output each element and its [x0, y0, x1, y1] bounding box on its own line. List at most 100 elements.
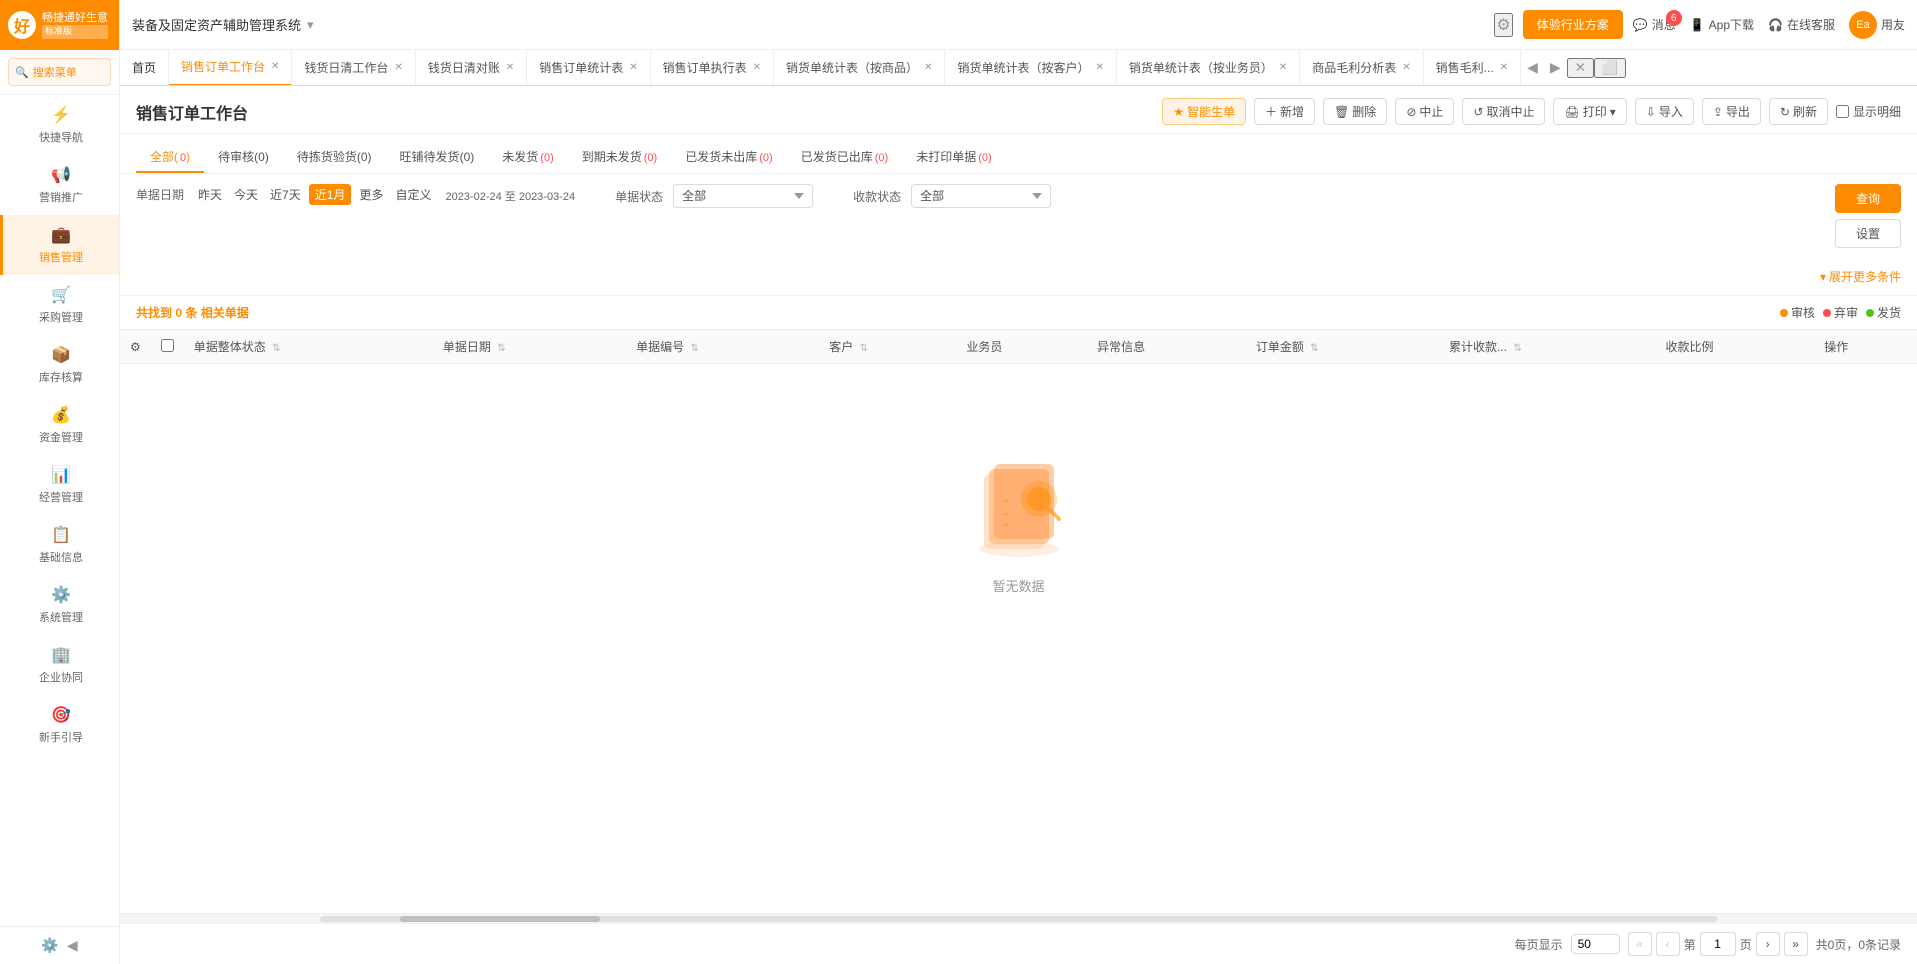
table-wrapper: ⚙ 单据整体状态 ⇅ 单据日期 — [120, 329, 1917, 913]
quick-action-ship[interactable]: 发货 — [1866, 304, 1901, 321]
sidebar-item-finance[interactable]: 💰 资金管理 — [0, 395, 119, 455]
quick-action-review[interactable]: 审核 — [1780, 304, 1815, 321]
tab-nav-prev-button[interactable]: ◀ — [1521, 50, 1544, 86]
date-opt-7days[interactable]: 近7天 — [266, 184, 305, 205]
cta-button[interactable]: 体验行业方案 — [1523, 10, 1623, 39]
scroll-thumb[interactable] — [400, 916, 600, 922]
show-detail-label[interactable]: 显示明细 — [1836, 103, 1901, 120]
sidebar-item-basic[interactable]: 📋 基础信息 — [0, 515, 119, 575]
messages-button[interactable]: 💬 消息 6 — [1633, 16, 1676, 33]
sub-tab-not-shipped[interactable]: 未发货(0) — [488, 142, 567, 173]
stop-button[interactable]: ⊘ 中止 — [1395, 98, 1454, 125]
import-button[interactable]: ⇩ 导入 — [1635, 98, 1694, 125]
tab-close-sales-workbench[interactable]: ✕ — [271, 61, 279, 72]
tab-sales-summary-product[interactable]: 销货单统计表（按商品） ✕ — [774, 50, 945, 86]
settings-icon[interactable]: ⚙ — [130, 340, 141, 354]
status-sort-icon[interactable]: ⇅ — [272, 343, 280, 354]
sidebar-item-quick-nav[interactable]: ⚡ 快捷导航 — [0, 95, 119, 155]
sub-tab-pending-review[interactable]: 待审核(0) — [204, 142, 283, 173]
number-sort-icon[interactable]: ⇅ — [690, 343, 698, 354]
tab-sales-summary-customer[interactable]: 销货单统计表（按客户） ✕ — [945, 50, 1116, 86]
horizontal-scrollbar[interactable] — [120, 913, 1917, 923]
settings-button[interactable]: 设置 — [1835, 219, 1901, 248]
tab-sales-workbench[interactable]: 销售订单工作台 ✕ — [169, 50, 292, 86]
tab-cash-daily[interactable]: 钱货日清工作台 ✕ — [292, 50, 415, 86]
print-dropdown-icon: ▾ — [1610, 105, 1616, 119]
tab-gross-margin[interactable]: 商品毛利分析表 ✕ — [1300, 50, 1423, 86]
tab-close-sales-summary-customer[interactable]: ✕ — [1095, 62, 1103, 73]
sidebar: 好 畅捷通好生意 标准版 🔍 搜索菜单 ⚡ 快捷导航 📢 营销推广 💼 销售管理… — [0, 0, 120, 964]
tab-nav-next-button[interactable]: ▶ — [1544, 50, 1567, 86]
tab-close-cash-reconcile[interactable]: ✕ — [506, 62, 514, 73]
sidebar-settings-button[interactable]: ⚙️ — [41, 937, 58, 954]
per-page-select[interactable]: 50 10 20 100 — [1571, 934, 1620, 954]
sidebar-item-inventory[interactable]: 📦 库存核算 — [0, 335, 119, 395]
maximize-button[interactable]: ⬜ — [1594, 58, 1627, 78]
date-sort-icon[interactable]: ⇅ — [497, 343, 505, 354]
tab-home[interactable]: 首页 — [120, 50, 169, 86]
sidebar-item-purchase[interactable]: 🛒 采购管理 — [0, 275, 119, 335]
sidebar-item-system[interactable]: ⚙️ 系统管理 — [0, 575, 119, 635]
tab-sales-more[interactable]: 销售毛利... ✕ — [1424, 50, 1521, 86]
sidebar-item-sales[interactable]: 💼 销售管理 — [0, 215, 119, 275]
last-page-button[interactable]: » — [1784, 932, 1808, 956]
sub-tab-wangpu-ship[interactable]: 旺铺待发货(0) — [386, 142, 489, 173]
receipt-select[interactable]: 全部 — [911, 184, 1051, 208]
sub-tab-shipped-no-out[interactable]: 已发货未出库(0) — [671, 142, 786, 173]
sub-tab-overdue-ship[interactable]: 到期未发货(0) — [568, 142, 671, 173]
date-opt-yesterday[interactable]: 昨天 — [194, 184, 226, 205]
quick-action-cancel-review[interactable]: 弃审 — [1823, 304, 1858, 321]
tab-sales-stats[interactable]: 销售订单统计表 ✕ — [527, 50, 650, 86]
select-all-checkbox[interactable] — [161, 339, 174, 352]
prev-page-button[interactable]: ‹ — [1656, 932, 1680, 956]
date-opt-1month[interactable]: 近1月 — [309, 184, 352, 205]
close-all-tabs-button[interactable]: ✕ — [1567, 58, 1594, 78]
export-button[interactable]: ⇪ 导出 — [1702, 98, 1761, 125]
amount-sort-icon[interactable]: ⇅ — [1310, 343, 1318, 354]
sidebar-collapse-button[interactable]: ◀ — [67, 937, 78, 954]
refresh-button[interactable]: ↻ 刷新 — [1769, 98, 1828, 125]
sub-tab-shipped-out[interactable]: 已发货已出库(0) — [787, 142, 902, 173]
expand-filter-button[interactable]: ▾ 展开更多条件 — [1820, 268, 1901, 285]
app-download-button[interactable]: 📱 App下载 — [1690, 16, 1754, 33]
sidebar-item-marketing[interactable]: 📢 营销推广 — [0, 155, 119, 215]
date-opt-custom[interactable]: 自定义 — [391, 184, 435, 205]
search-menu-button[interactable]: 🔍 搜索菜单 — [8, 58, 111, 86]
tab-cash-reconcile[interactable]: 钱货日清对账 ✕ — [416, 50, 527, 86]
topbar-settings-button[interactable]: ⚙ — [1494, 13, 1512, 37]
tab-close-sales-exec[interactable]: ✕ — [753, 62, 761, 73]
sub-tab-pending-inspect[interactable]: 待拣货验货(0) — [283, 142, 386, 173]
system-icon: ⚙️ — [51, 585, 71, 605]
sub-tab-all[interactable]: 全部(0) — [136, 142, 204, 173]
query-button[interactable]: 查询 — [1835, 184, 1901, 213]
date-opt-more[interactable]: 更多 — [355, 184, 387, 205]
tab-close-cash-daily[interactable]: ✕ — [394, 62, 402, 73]
first-page-button[interactable]: « — [1628, 932, 1652, 956]
show-detail-checkbox[interactable] — [1836, 105, 1849, 118]
page-label: 第 — [1684, 936, 1696, 953]
page-input[interactable] — [1700, 932, 1736, 956]
delete-button[interactable]: 🗑 删除 — [1323, 98, 1387, 125]
collected-sort-icon[interactable]: ⇅ — [1513, 343, 1521, 354]
tab-close-sales-summary-staff[interactable]: ✕ — [1279, 62, 1287, 73]
sidebar-item-enterprise[interactable]: 🏢 企业协同 — [0, 635, 119, 695]
sidebar-item-operations[interactable]: 📊 经营管理 — [0, 455, 119, 515]
status-select[interactable]: 全部 — [673, 184, 813, 208]
print-button[interactable]: 🖨 打印 ▾ — [1553, 98, 1626, 125]
tab-close-sales-more[interactable]: ✕ — [1500, 62, 1508, 73]
next-page-button[interactable]: › — [1756, 932, 1780, 956]
online-service-button[interactable]: 🎧 在线客服 — [1768, 16, 1835, 33]
smart-create-button[interactable]: ★ 智能生单 — [1162, 98, 1246, 125]
customer-sort-icon[interactable]: ⇅ — [860, 343, 868, 354]
tab-close-sales-stats[interactable]: ✕ — [629, 62, 637, 73]
cancel-stop-button[interactable]: ↺ 取消中止 — [1462, 98, 1545, 125]
sidebar-item-guide[interactable]: 🎯 新手引导 — [0, 695, 119, 755]
user-menu-button[interactable]: Ea 用友 — [1849, 11, 1905, 39]
tab-sales-summary-staff[interactable]: 销货单统计表（按业务员） ✕ — [1117, 50, 1300, 86]
tab-sales-exec[interactable]: 销售订单执行表 ✕ — [651, 50, 774, 86]
tab-close-sales-summary-product[interactable]: ✕ — [924, 62, 932, 73]
sub-tab-not-printed[interactable]: 未打印单据(0) — [902, 142, 1005, 173]
date-opt-today[interactable]: 今天 — [230, 184, 262, 205]
add-button[interactable]: ＋ 新增 — [1254, 98, 1315, 125]
tab-close-gross-margin[interactable]: ✕ — [1402, 62, 1410, 73]
